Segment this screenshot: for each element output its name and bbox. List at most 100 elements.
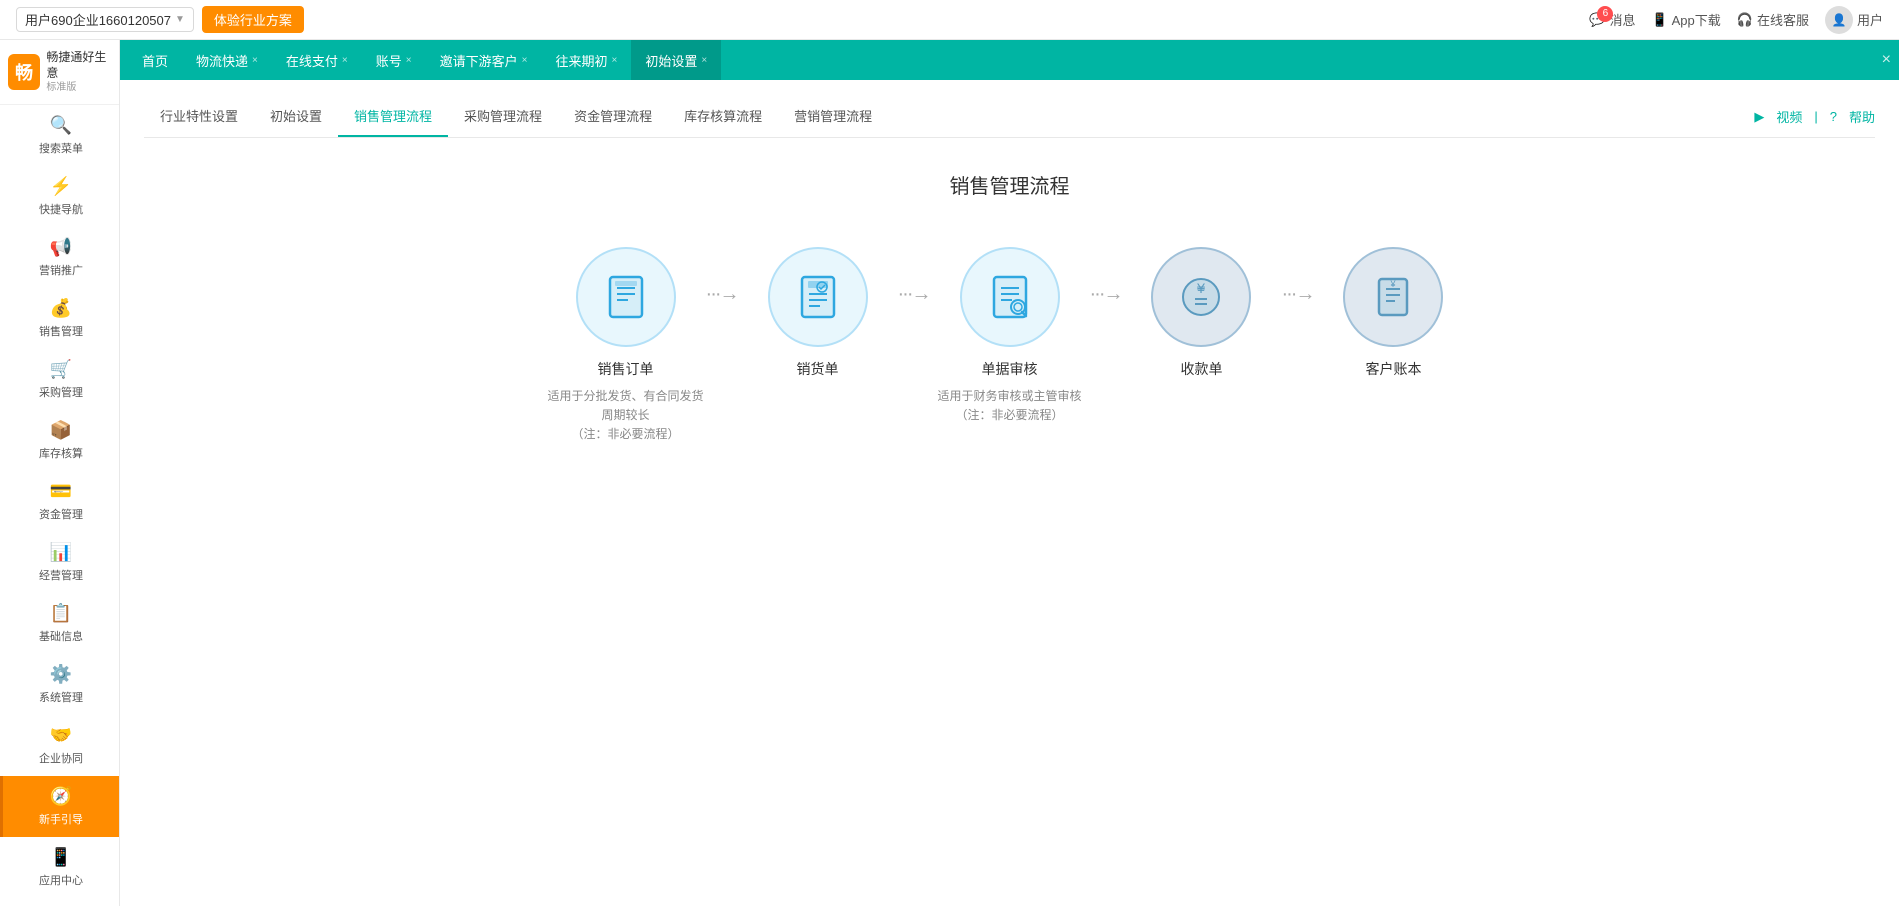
flow-circle-receipt: ¥ [1151, 247, 1251, 347]
sidebar-item-marketing[interactable]: 📢 营销推广 [0, 227, 119, 288]
step-desc-sales-order: 适用于分批发货、有合同发货周期较长（注：非必要流程） [546, 387, 706, 445]
subtab-purchase-flow[interactable]: 采购管理流程 [448, 96, 558, 137]
topnav-logistics[interactable]: 物流快递 × [182, 40, 272, 80]
close-icon[interactable]: × [611, 55, 617, 66]
step-label-delivery: 销货单 [797, 359, 839, 379]
flow-circle-review [960, 247, 1060, 347]
sidebar-item-search[interactable]: 🔍 搜索菜单 [0, 105, 119, 166]
sidebar-item-sales[interactable]: 💰 销售管理 [0, 288, 119, 349]
download-icon: 📱 [1651, 12, 1667, 28]
step-desc-review: 适用于财务审核或主管审核（注：非必要流程） [937, 387, 1081, 425]
subtab-marketing-flow[interactable]: 营销管理流程 [778, 96, 888, 137]
topnav-history-label: 往来期初 [555, 51, 607, 70]
close-icon[interactable]: × [522, 55, 528, 66]
topnav-online-pay[interactable]: 在线支付 × [272, 40, 362, 80]
topnav-home[interactable]: 首页 [128, 40, 182, 80]
topnav-account-label: 账号 [376, 51, 402, 70]
close-icon[interactable]: × [252, 55, 258, 66]
flow-circle-sales-order [576, 247, 676, 347]
subtab-initial[interactable]: 初始设置 [254, 96, 338, 137]
close-icon[interactable]: × [701, 55, 707, 66]
flow-circle-ledger: ¥ [1343, 247, 1443, 347]
finance-icon: 💳 [50, 481, 72, 502]
sidebar-item-app-center[interactable]: 📱 应用中心 [0, 837, 119, 898]
subtab-finance-flow[interactable]: 资金管理流程 [558, 96, 668, 137]
username-label: 用户 [1857, 10, 1883, 29]
close-icon[interactable]: × [406, 55, 412, 66]
topnav-initial-setup[interactable]: 初始设置 × [631, 40, 721, 80]
topnav-account[interactable]: 账号 × [362, 40, 426, 80]
video-label[interactable]: 视频 [1776, 107, 1802, 126]
flow-item-review[interactable]: 单据审核 适用于财务审核或主管审核（注：非必要流程） [930, 247, 1090, 425]
flow-arrow-1: ···→ [706, 247, 738, 306]
sales-icon: 💰 [50, 298, 72, 319]
topnav-invite-label: 邀请下游客户 [440, 51, 518, 70]
logo-main-text: 畅捷通好生意 [46, 50, 111, 81]
sidebar-item-inventory[interactable]: 📦 库存核算 [0, 410, 119, 471]
topnav-initial-setup-label: 初始设置 [645, 51, 697, 70]
user-avatar-button[interactable]: 👤 用户 [1825, 6, 1883, 34]
online-service-button[interactable]: 🎧 在线客服 [1737, 10, 1809, 29]
subtab-sales-flow[interactable]: 销售管理流程 [338, 96, 448, 137]
avatar: 👤 [1825, 6, 1853, 34]
close-icon[interactable]: × [342, 55, 348, 66]
headset-icon: 🎧 [1737, 12, 1753, 28]
step-label-receipt: 收款单 [1180, 359, 1222, 379]
logo-text: 畅捷通好生意 标准版 [46, 50, 111, 94]
sidebar-item-base[interactable]: 📋 基础信息 [0, 593, 119, 654]
sidebar-item-ops[interactable]: 📊 经营管理 [0, 532, 119, 593]
sidebar-item-newbie[interactable]: 🧭 新手引导 [0, 776, 119, 837]
user-selector[interactable]: 用户690企业1660120507 ▼ [16, 7, 194, 32]
step-label-review: 单据审核 [982, 359, 1038, 379]
sidebar-item-enterprise-coop[interactable]: 🤝 企业协同 [0, 715, 119, 776]
sub-tabs: 行业特性设置 初始设置 销售管理流程 采购管理流程 资金管理流程 库存核算流程 [144, 96, 1875, 138]
subtab-industry[interactable]: 行业特性设置 [144, 96, 254, 137]
subtab-inventory-flow[interactable]: 库存核算流程 [668, 96, 778, 137]
divider: | [1814, 109, 1817, 124]
search-icon: 🔍 [50, 115, 72, 136]
help-icon: ? [1830, 109, 1837, 124]
enterprise-icon: 🤝 [50, 725, 72, 746]
trial-button[interactable]: 体验行业方案 [202, 6, 304, 33]
flow-arrow-4: ···→ [1281, 247, 1313, 306]
app-download-label: App下载 [1672, 10, 1721, 29]
sidebar-nav: 🔍 搜索菜单 ⚡ 快捷导航 📢 营销推广 💰 销售管理 🛒 采购管理 📦 [0, 105, 119, 906]
message-label: 消息 [1609, 10, 1635, 29]
sidebar-item-purchase[interactable]: 🛒 采购管理 [0, 349, 119, 410]
subtabs-right: ▶ 视频 | ? 帮助 [1754, 107, 1875, 126]
help-label[interactable]: 帮助 [1849, 107, 1875, 126]
flow-item-delivery[interactable]: 销货单 [738, 247, 898, 387]
newbie-icon: 🧭 [50, 786, 72, 807]
video-icon: ▶ [1754, 109, 1764, 125]
sidebar-item-system[interactable]: ⚙️ 系统管理 [0, 654, 119, 715]
close-all-tabs-button[interactable]: × [1882, 51, 1891, 69]
sidebar-item-quicknav[interactable]: ⚡ 快捷导航 [0, 166, 119, 227]
topnav-history[interactable]: 往来期初 × [541, 40, 631, 80]
top-bar: 用户690企业1660120507 ▼ 体验行业方案 💬 6 消息 📱 App下… [0, 0, 1899, 40]
flow-item-sales-order[interactable]: 销售订单 适用于分批发货、有合同发货周期较长（注：非必要流程） [546, 247, 706, 445]
main-layout: 畅 畅捷通好生意 标准版 🔍 搜索菜单 ⚡ 快捷导航 📢 营销推广 💰 销售管理 [0, 40, 1899, 906]
flow-item-receipt[interactable]: ¥ 收款单 [1121, 247, 1281, 387]
system-icon: ⚙️ [50, 664, 72, 685]
user-label: 用户690企业1660120507 [25, 10, 171, 29]
logo-icon: 畅 [8, 54, 40, 90]
topnav-invite[interactable]: 邀请下游客户 × [426, 40, 542, 80]
chevron-down-icon: ▼ [175, 14, 185, 25]
sidebar-item-ent-wechat[interactable]: 💬 企业微信 [0, 898, 119, 906]
message-button[interactable]: 💬 6 消息 [1589, 10, 1635, 29]
purchase-icon: 🛒 [50, 359, 72, 380]
content-area: 首页 物流快递 × 在线支付 × 账号 × 邀请下游客户 × 往来期初 × [120, 40, 1899, 906]
sidebar-logo: 畅 畅捷通好生意 标准版 [0, 40, 119, 105]
quicknav-icon: ⚡ [50, 176, 72, 197]
app-center-icon: 📱 [50, 847, 72, 868]
flow-arrow-2: ···→ [898, 247, 930, 306]
logo-sub-text: 标准版 [46, 81, 111, 94]
topnav-online-pay-label: 在线支付 [286, 51, 338, 70]
sidebar-item-finance[interactable]: 💳 资金管理 [0, 471, 119, 532]
app-download-button[interactable]: 📱 App下载 [1651, 10, 1720, 29]
flow-section: 销售管理流程 销售订单 [144, 138, 1875, 477]
inventory-icon: 📦 [50, 420, 72, 441]
online-service-label: 在线客服 [1757, 10, 1809, 29]
flow-item-ledger[interactable]: ¥ 客户账本 [1313, 247, 1473, 387]
flow-title: 销售管理流程 [160, 170, 1859, 199]
